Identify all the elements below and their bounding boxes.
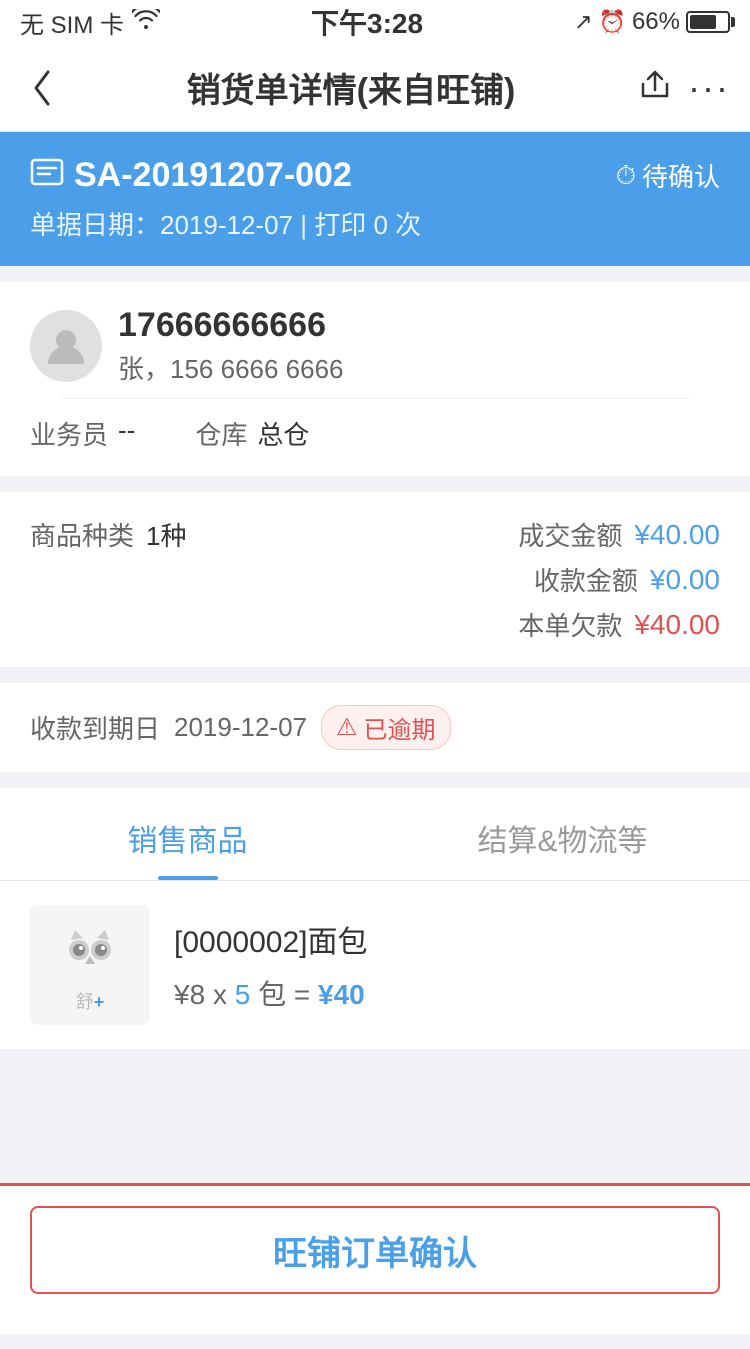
debt-value: ¥40.00 bbox=[634, 609, 720, 641]
page-title: 销货单详情(来自旺铺) bbox=[64, 63, 638, 112]
order-id: SA-20191207-002 bbox=[30, 156, 352, 195]
received-value: ¥0.00 bbox=[650, 564, 720, 596]
customer-info: 17666666666 张，156 6666 6666 bbox=[118, 306, 344, 386]
status-carrier: 无 SIM 卡 bbox=[20, 5, 160, 40]
product-name: [0000002]面包 bbox=[174, 917, 720, 961]
warehouse-value: 总仓 bbox=[257, 415, 309, 452]
sales-value: -- bbox=[118, 415, 135, 452]
battery-icon bbox=[686, 11, 730, 33]
order-status: ⏱ 待确认 bbox=[616, 157, 720, 194]
alarm-icon: ⏰ bbox=[599, 9, 626, 35]
product-multiply: x bbox=[213, 979, 235, 1010]
status-time: 下午3:28 bbox=[311, 2, 423, 42]
customer-section: 17666666666 张，156 6666 6666 业务员 -- 仓库 总仓 bbox=[0, 282, 750, 476]
order-header-top: SA-20191207-002 ⏱ 待确认 bbox=[30, 156, 720, 195]
tab-sales-products[interactable]: 销售商品 bbox=[0, 788, 375, 880]
summary-section: 商品种类 1种 成交金额 ¥40.00 收款金额 ¥0.00 本单欠款 ¥40.… bbox=[0, 492, 750, 667]
more-icon[interactable]: ··· bbox=[688, 67, 730, 109]
status-clock-icon: ⏱ bbox=[616, 160, 636, 192]
order-header-card: SA-20191207-002 ⏱ 待确认 单据日期：2019-12-07 | … bbox=[0, 132, 750, 266]
location-icon: ↗ bbox=[574, 9, 592, 35]
tab-sales-label: 销售商品 bbox=[128, 825, 248, 858]
product-type-value: 1种 bbox=[146, 516, 186, 553]
product-thumb-inner: 舒+ bbox=[55, 917, 125, 1014]
overdue-icon: ⚠ bbox=[336, 713, 358, 742]
summary-left: 商品种类 1种 bbox=[30, 516, 186, 553]
debt-label: 本单欠款 bbox=[518, 606, 622, 643]
tab-settlement-label: 结算&物流等 bbox=[477, 825, 647, 858]
product-price-row: ¥8 x 5 包 = ¥40 bbox=[174, 973, 720, 1013]
order-id-icon bbox=[30, 158, 64, 193]
order-date: 单据日期：2019-12-07 | 打印 0 次 bbox=[30, 205, 720, 242]
product-total: ¥40 bbox=[318, 979, 365, 1010]
customer-name-phone: 张，156 6666 6666 bbox=[118, 349, 344, 386]
confirm-button-label: 旺铺订单确认 bbox=[273, 1226, 477, 1275]
divider bbox=[60, 398, 690, 399]
amount-value: ¥40.00 bbox=[634, 519, 720, 551]
amount-label: 成交金额 bbox=[518, 516, 622, 553]
product-price: ¥8 bbox=[174, 979, 205, 1010]
order-id-text: SA-20191207-002 bbox=[74, 156, 352, 195]
product-item: 舒+ [0000002]面包 ¥8 x 5 包 = ¥40 bbox=[0, 881, 750, 1049]
product-info: [0000002]面包 ¥8 x 5 包 = ¥40 bbox=[174, 917, 720, 1013]
confirm-btn-wrapper: 旺铺订单确认 bbox=[0, 1183, 750, 1334]
sales-label: 业务员 bbox=[30, 415, 108, 452]
product-qty: 5 bbox=[235, 979, 251, 1010]
product-unit: 包 bbox=[258, 979, 286, 1010]
received-row: 收款金额 ¥0.00 bbox=[534, 561, 720, 598]
nav-actions: ··· bbox=[638, 67, 730, 109]
product-type-label: 商品种类 bbox=[30, 516, 134, 553]
customer-avatar bbox=[30, 310, 102, 382]
debt-row: 本单欠款 ¥40.00 bbox=[518, 606, 720, 643]
wifi-icon bbox=[132, 8, 160, 36]
product-equals: = bbox=[294, 979, 318, 1010]
customer-meta: 业务员 -- 仓库 总仓 bbox=[30, 415, 720, 452]
due-section: 收款到期日 2019-12-07 ⚠ 已逾期 bbox=[0, 683, 750, 772]
back-button[interactable] bbox=[20, 58, 64, 118]
overdue-badge: ⚠ 已逾期 bbox=[321, 705, 451, 750]
confirm-button[interactable]: 旺铺订单确认 bbox=[30, 1206, 720, 1294]
product-section: 舒+ [0000002]面包 ¥8 x 5 包 = ¥40 bbox=[0, 881, 750, 1049]
product-thumbnail: 舒+ bbox=[30, 905, 150, 1025]
share-icon[interactable] bbox=[638, 67, 672, 109]
customer-phone: 17666666666 bbox=[118, 306, 344, 345]
carrier-text: 无 SIM 卡 bbox=[20, 5, 124, 40]
amount-row: 成交金额 ¥40.00 bbox=[518, 516, 720, 553]
status-text: 待确认 bbox=[642, 157, 720, 194]
due-date: 2019-12-07 bbox=[174, 712, 307, 743]
status-bar: 无 SIM 卡 下午3:28 ↗ ⏰ 66% bbox=[0, 0, 750, 44]
overdue-text: 已逾期 bbox=[364, 710, 436, 745]
received-label: 收款金额 bbox=[534, 561, 638, 598]
warehouse-label: 仓库 bbox=[195, 415, 247, 452]
tabs-section: 销售商品 结算&物流等 bbox=[0, 788, 750, 881]
nav-bar: 销货单详情(来自旺铺) ··· bbox=[0, 44, 750, 132]
due-label: 收款到期日 bbox=[30, 709, 160, 746]
product-type-row: 商品种类 1种 bbox=[30, 516, 186, 553]
status-right: ↗ ⏰ 66% bbox=[574, 8, 730, 36]
customer-row: 17666666666 张，156 6666 6666 bbox=[30, 306, 720, 386]
sales-meta: 业务员 -- bbox=[30, 415, 135, 452]
battery-percentage: 66% bbox=[632, 8, 680, 36]
warehouse-meta: 仓库 总仓 bbox=[195, 415, 309, 452]
tab-settlement[interactable]: 结算&物流等 bbox=[375, 788, 750, 880]
summary-right: 成交金额 ¥40.00 收款金额 ¥0.00 本单欠款 ¥40.00 bbox=[518, 516, 720, 643]
